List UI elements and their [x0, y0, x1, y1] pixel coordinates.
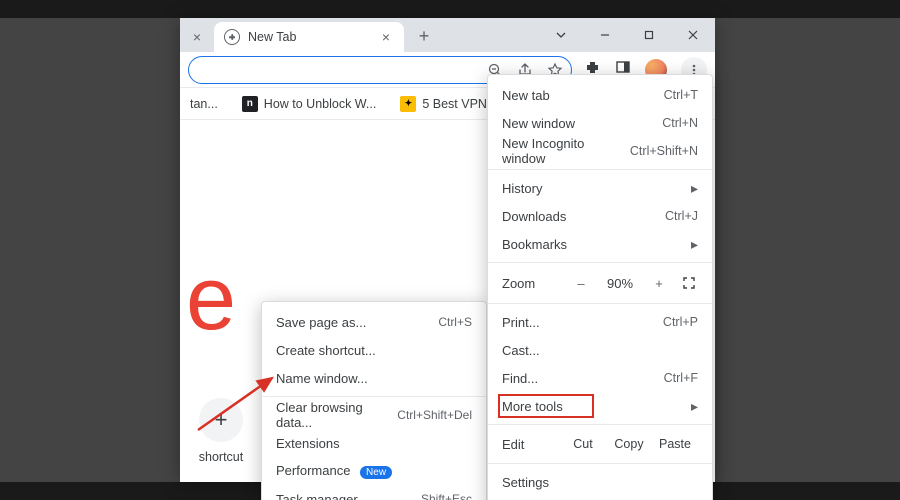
menu-label: New Incognito window: [502, 136, 630, 166]
menu-shortcut: Ctrl+N: [662, 116, 698, 130]
close-window-button[interactable]: [671, 18, 715, 52]
menu-label: New window: [502, 116, 575, 131]
menu-shortcut: Ctrl+Shift+Del: [397, 408, 472, 422]
menu-item-new-tab[interactable]: New tab Ctrl+T: [488, 81, 712, 109]
edit-paste-button[interactable]: Paste: [652, 437, 698, 451]
menu-shortcut: Ctrl+F: [664, 371, 698, 385]
menu-label: Create shortcut...: [276, 343, 376, 358]
tab-active[interactable]: New Tab ×: [214, 22, 404, 52]
new-badge: New: [360, 466, 392, 479]
add-shortcut-tile[interactable]: + shortcut: [180, 398, 262, 464]
menu-item-new-incognito[interactable]: New Incognito window Ctrl+Shift+N: [488, 137, 712, 165]
bookmark-label: tan...: [190, 97, 218, 111]
menu-item-edit: Edit Cut Copy Paste: [488, 429, 712, 459]
menu-label: Zoom: [502, 276, 535, 291]
menu-label: Print...: [502, 315, 540, 330]
chevron-right-icon: ▸: [691, 180, 698, 197]
menu-item-help[interactable]: Help ▸: [488, 496, 712, 500]
submenu-item-task-manager[interactable]: Task manager Shift+Esc: [262, 485, 486, 500]
menu-item-history[interactable]: History ▸: [488, 174, 712, 202]
menu-item-new-window[interactable]: New window Ctrl+N: [488, 109, 712, 137]
menu-label: Cast...: [502, 343, 540, 358]
edit-cut-button[interactable]: Cut: [560, 437, 606, 451]
menu-label: Settings: [502, 475, 549, 490]
menu-item-print[interactable]: Print... Ctrl+P: [488, 308, 712, 336]
zoom-out-button[interactable]: –: [570, 276, 592, 291]
menu-label: Performance New: [276, 463, 392, 478]
tab-title: New Tab: [248, 30, 296, 44]
more-tools-submenu: Save page as... Ctrl+S Create shortcut..…: [261, 301, 487, 500]
zoom-in-button[interactable]: +: [648, 276, 670, 291]
titlebar: × New Tab × +: [180, 18, 715, 52]
menu-label: Edit: [502, 437, 524, 452]
menu-label: Name window...: [276, 371, 368, 386]
bookmark-item[interactable]: tan...: [184, 93, 224, 115]
maximize-button[interactable]: [627, 18, 671, 52]
tab-inactive[interactable]: ×: [180, 22, 214, 52]
menu-label: Downloads: [502, 209, 566, 224]
menu-label: History: [502, 181, 542, 196]
menu-shortcut: Ctrl+J: [665, 209, 698, 223]
chevron-right-icon: ▸: [691, 398, 698, 415]
chevron-down-icon[interactable]: [539, 18, 583, 52]
google-logo-fragment: e: [186, 248, 236, 351]
menu-shortcut: Ctrl+P: [663, 315, 698, 329]
bookmark-favicon-icon: ✦: [400, 96, 416, 112]
menu-item-bookmarks[interactable]: Bookmarks ▸: [488, 230, 712, 258]
menu-item-find[interactable]: Find... Ctrl+F: [488, 364, 712, 392]
submenu-item-create-shortcut[interactable]: Create shortcut...: [262, 336, 486, 364]
submenu-item-save-page[interactable]: Save page as... Ctrl+S: [262, 308, 486, 336]
chrome-favicon-icon: [224, 29, 240, 45]
zoom-value: 90%: [602, 276, 638, 291]
submenu-item-extensions[interactable]: Extensions: [262, 429, 486, 457]
menu-label: Extensions: [276, 436, 340, 451]
menu-item-zoom: Zoom – 90% +: [488, 267, 712, 299]
shortcut-label: shortcut: [180, 450, 262, 464]
menu-label: Save page as...: [276, 315, 366, 330]
menu-shortcut: Ctrl+Shift+N: [630, 144, 698, 158]
submenu-item-performance[interactable]: Performance New: [262, 457, 486, 485]
menu-shortcut: Ctrl+T: [664, 88, 698, 102]
submenu-item-clear-browsing-data[interactable]: Clear browsing data... Ctrl+Shift+Del: [262, 401, 486, 429]
menu-label: Find...: [502, 371, 538, 386]
new-tab-button[interactable]: +: [410, 22, 438, 50]
menu-item-cast[interactable]: Cast...: [488, 336, 712, 364]
menu-label: Clear browsing data...: [276, 400, 397, 430]
fullscreen-icon[interactable]: [680, 276, 698, 290]
bookmark-item[interactable]: n How to Unblock W...: [236, 92, 383, 116]
bookmark-label: How to Unblock W...: [264, 97, 377, 111]
menu-label: More tools: [502, 399, 563, 414]
menu-item-settings[interactable]: Settings: [488, 468, 712, 496]
plus-icon: +: [199, 398, 243, 442]
minimize-button[interactable]: [583, 18, 627, 52]
edit-copy-button[interactable]: Copy: [606, 437, 652, 451]
menu-shortcut: Shift+Esc: [421, 492, 472, 500]
menu-shortcut: Ctrl+S: [438, 315, 472, 329]
bookmark-favicon-icon: n: [242, 96, 258, 112]
chrome-main-menu: New tab Ctrl+T New window Ctrl+N New Inc…: [487, 74, 713, 500]
close-icon[interactable]: ×: [190, 29, 204, 45]
close-icon[interactable]: ×: [378, 29, 394, 45]
menu-item-more-tools[interactable]: More tools ▸: [488, 392, 712, 420]
menu-item-downloads[interactable]: Downloads Ctrl+J: [488, 202, 712, 230]
chevron-right-icon: ▸: [691, 236, 698, 253]
menu-label: New tab: [502, 88, 550, 103]
menu-label: Task manager: [276, 492, 358, 500]
menu-label: Bookmarks: [502, 237, 567, 252]
submenu-item-name-window[interactable]: Name window...: [262, 364, 486, 392]
